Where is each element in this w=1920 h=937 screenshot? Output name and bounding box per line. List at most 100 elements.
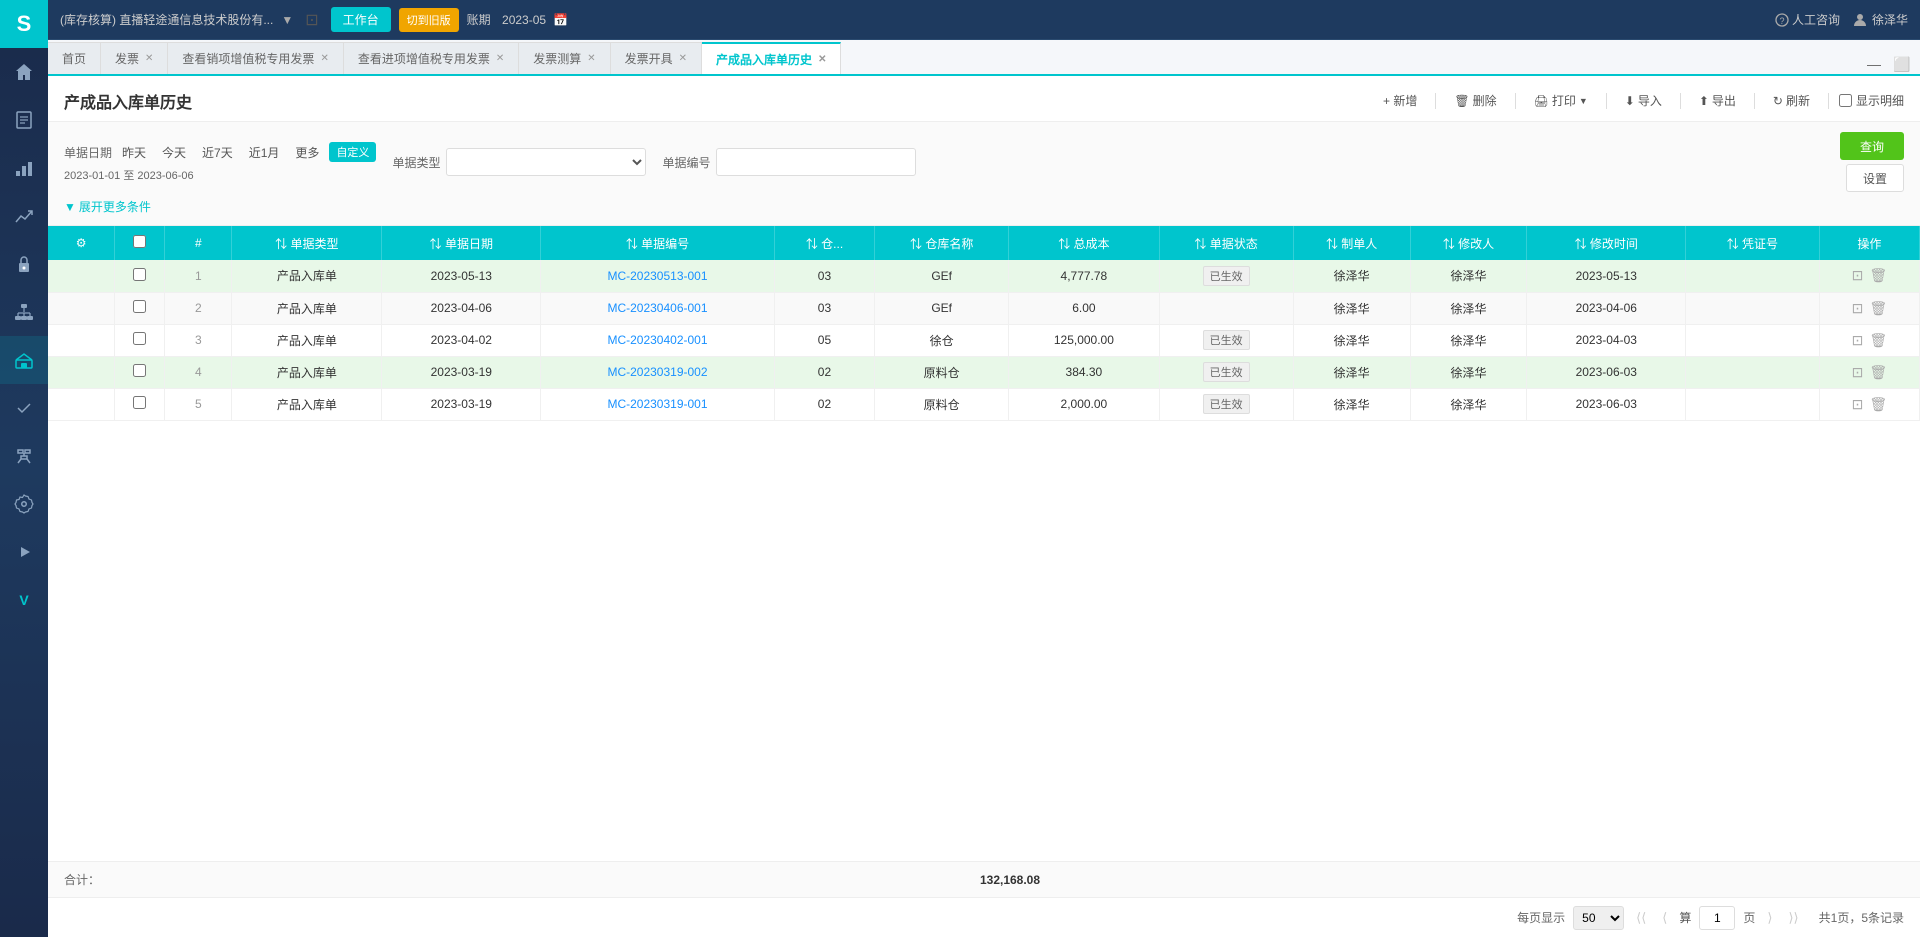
sidebar-item-workflow[interactable]	[0, 432, 48, 480]
window-minimize-button[interactable]: —	[1864, 54, 1884, 74]
sidebar-item-home[interactable]	[0, 48, 48, 96]
row-edit-button[interactable]: ⊡	[1852, 300, 1864, 317]
refresh-button[interactable]: ↻ 刷新	[1765, 88, 1818, 113]
row-edit-button[interactable]: ⊡	[1852, 396, 1864, 413]
tab-product-inbound[interactable]: 产成品入库单历史 ✕	[702, 42, 841, 74]
row-delete-button[interactable]: 🗑	[1869, 267, 1887, 284]
help-label[interactable]: ? 人工咨询	[1775, 11, 1840, 28]
td-checkbox[interactable]	[115, 324, 165, 356]
row-checkbox[interactable]	[133, 396, 146, 409]
doc-link[interactable]: MC-20230406-001	[607, 301, 707, 315]
tab-sales-vat[interactable]: 查看销项增值税专用发票 ✕	[168, 42, 343, 74]
print-button[interactable]: 🖨 打印 ▼	[1526, 88, 1596, 113]
th-code[interactable]: ⇅ 单据编号	[541, 226, 775, 260]
tab-invoice-close[interactable]: ✕	[145, 53, 153, 64]
row-delete-button[interactable]: 🗑	[1869, 364, 1887, 381]
row-edit-button[interactable]: ⊡	[1852, 332, 1864, 349]
doc-link[interactable]: MC-20230513-001	[607, 269, 707, 283]
row-delete-button[interactable]: 🗑	[1869, 332, 1887, 349]
sidebar-item-org[interactable]	[0, 288, 48, 336]
td-checkbox[interactable]	[115, 260, 165, 292]
date-1month-btn[interactable]: 近1月	[243, 142, 286, 163]
import-button[interactable]: ⬇ 导入	[1617, 88, 1670, 113]
tab-invoice[interactable]: 发票 ✕	[101, 42, 168, 74]
doc-link[interactable]: MC-20230319-001	[607, 397, 707, 411]
th-mod-time[interactable]: ⇅ 修改时间	[1527, 226, 1686, 260]
date-7days-btn[interactable]: 近7天	[196, 142, 239, 163]
sidebar-item-video[interactable]	[0, 528, 48, 576]
row-edit-button[interactable]: ⊡	[1852, 267, 1864, 284]
show-detail-checkbox-label[interactable]: 显示明细	[1839, 92, 1904, 109]
sidebar-item-chart[interactable]	[0, 144, 48, 192]
td-checkbox[interactable]	[115, 292, 165, 324]
tab-invoice-calc[interactable]: 发票测算 ✕	[519, 42, 610, 74]
sidebar-item-version[interactable]: V	[0, 576, 48, 624]
code-input[interactable]	[716, 148, 916, 176]
date-yesterday-btn[interactable]: 昨天	[116, 142, 152, 163]
per-page-select[interactable]: 50 100 200	[1573, 906, 1624, 930]
th-voucher[interactable]: ⇅ 凭证号	[1686, 226, 1820, 260]
row-checkbox[interactable]	[133, 332, 146, 345]
query-button[interactable]: 查询	[1840, 132, 1904, 160]
company-name[interactable]: (库存核算) 直播轻途通信息技术股份有...	[60, 11, 273, 28]
expand-conditions-btn[interactable]: ▼ 展开更多条件	[64, 198, 1904, 215]
switch-old-version-button[interactable]: 切到旧版	[399, 8, 459, 32]
th-creator[interactable]: ⇅ 制单人	[1293, 226, 1410, 260]
row-edit-button[interactable]: ⊡	[1852, 364, 1864, 381]
tab-invoice-open-close[interactable]: ✕	[679, 53, 687, 64]
sidebar-item-inventory[interactable]	[0, 336, 48, 384]
sidebar-item-tasks[interactable]	[0, 384, 48, 432]
row-delete-button[interactable]: 🗑	[1869, 396, 1887, 413]
row-checkbox[interactable]	[133, 268, 146, 281]
tab-product-inbound-close[interactable]: ✕	[818, 54, 826, 65]
th-settings[interactable]: ⚙	[48, 226, 115, 260]
sidebar-item-analytics[interactable]	[0, 192, 48, 240]
td-checkbox[interactable]	[115, 388, 165, 420]
th-status[interactable]: ⇅ 单据状态	[1159, 226, 1293, 260]
th-type[interactable]: ⇅ 单据类型	[232, 226, 382, 260]
sidebar-item-settings[interactable]	[0, 480, 48, 528]
th-wh-name[interactable]: ⇅ 仓库名称	[875, 226, 1009, 260]
page-input[interactable]	[1699, 906, 1735, 930]
doc-link[interactable]: MC-20230319-002	[607, 365, 707, 379]
workbench-button[interactable]: 工作台	[331, 7, 391, 32]
sidebar-item-doc[interactable]	[0, 96, 48, 144]
first-page-button[interactable]: ⟨⟨	[1632, 908, 1650, 928]
calendar-icon[interactable]: 📅	[553, 13, 568, 27]
prev-page-button[interactable]: ⟨	[1658, 908, 1671, 928]
select-all-checkbox[interactable]	[133, 235, 146, 248]
row-delete-button[interactable]: 🗑	[1869, 300, 1887, 317]
row-checkbox[interactable]	[133, 300, 146, 313]
th-checkbox[interactable]	[115, 226, 165, 260]
tab-purchase-vat[interactable]: 查看进项增值税专用发票 ✕	[344, 42, 519, 74]
tab-invoice-calc-close[interactable]: ✕	[587, 53, 595, 64]
export-button[interactable]: ⬆ 导出	[1691, 88, 1744, 113]
th-wh-code[interactable]: ⇅ 仓...	[774, 226, 874, 260]
doc-link[interactable]: MC-20230402-001	[607, 333, 707, 347]
th-modifier[interactable]: ⇅ 修改人	[1410, 226, 1527, 260]
th-date[interactable]: ⇅ 单据日期	[382, 226, 541, 260]
tab-sales-vat-close[interactable]: ✕	[320, 53, 328, 64]
date-today-btn[interactable]: 今天	[156, 142, 192, 163]
tab-invoice-open[interactable]: 发票开具 ✕	[611, 42, 702, 74]
next-page-button[interactable]: ⟩	[1763, 908, 1776, 928]
row-checkbox[interactable]	[133, 364, 146, 377]
date-more-btn[interactable]: 更多	[289, 142, 325, 163]
print-dropdown-icon[interactable]: ▼	[1579, 96, 1588, 106]
th-cost[interactable]: ⇅ 总成本	[1009, 226, 1159, 260]
show-detail-checkbox[interactable]	[1839, 94, 1852, 107]
last-page-button[interactable]: ⟩⟩	[1784, 908, 1802, 928]
td-wh-name: GEf	[875, 260, 1009, 292]
delete-button[interactable]: 🗑 删除	[1446, 88, 1504, 113]
chevron-down-icon[interactable]: ▼	[281, 13, 293, 27]
user-avatar[interactable]: 徐泽华	[1852, 11, 1908, 28]
reset-button[interactable]: 设置	[1846, 164, 1904, 192]
tab-home[interactable]: 首页	[48, 42, 101, 74]
sidebar-item-lock[interactable]	[0, 240, 48, 288]
type-select[interactable]: 产品入库单	[446, 148, 646, 176]
new-button[interactable]: + 新增	[1375, 88, 1425, 113]
td-checkbox[interactable]	[115, 356, 165, 388]
date-custom-badge[interactable]: 自定义	[329, 142, 376, 162]
window-maximize-button[interactable]: ⬜	[1892, 54, 1912, 74]
tab-purchase-vat-close[interactable]: ✕	[496, 53, 504, 64]
